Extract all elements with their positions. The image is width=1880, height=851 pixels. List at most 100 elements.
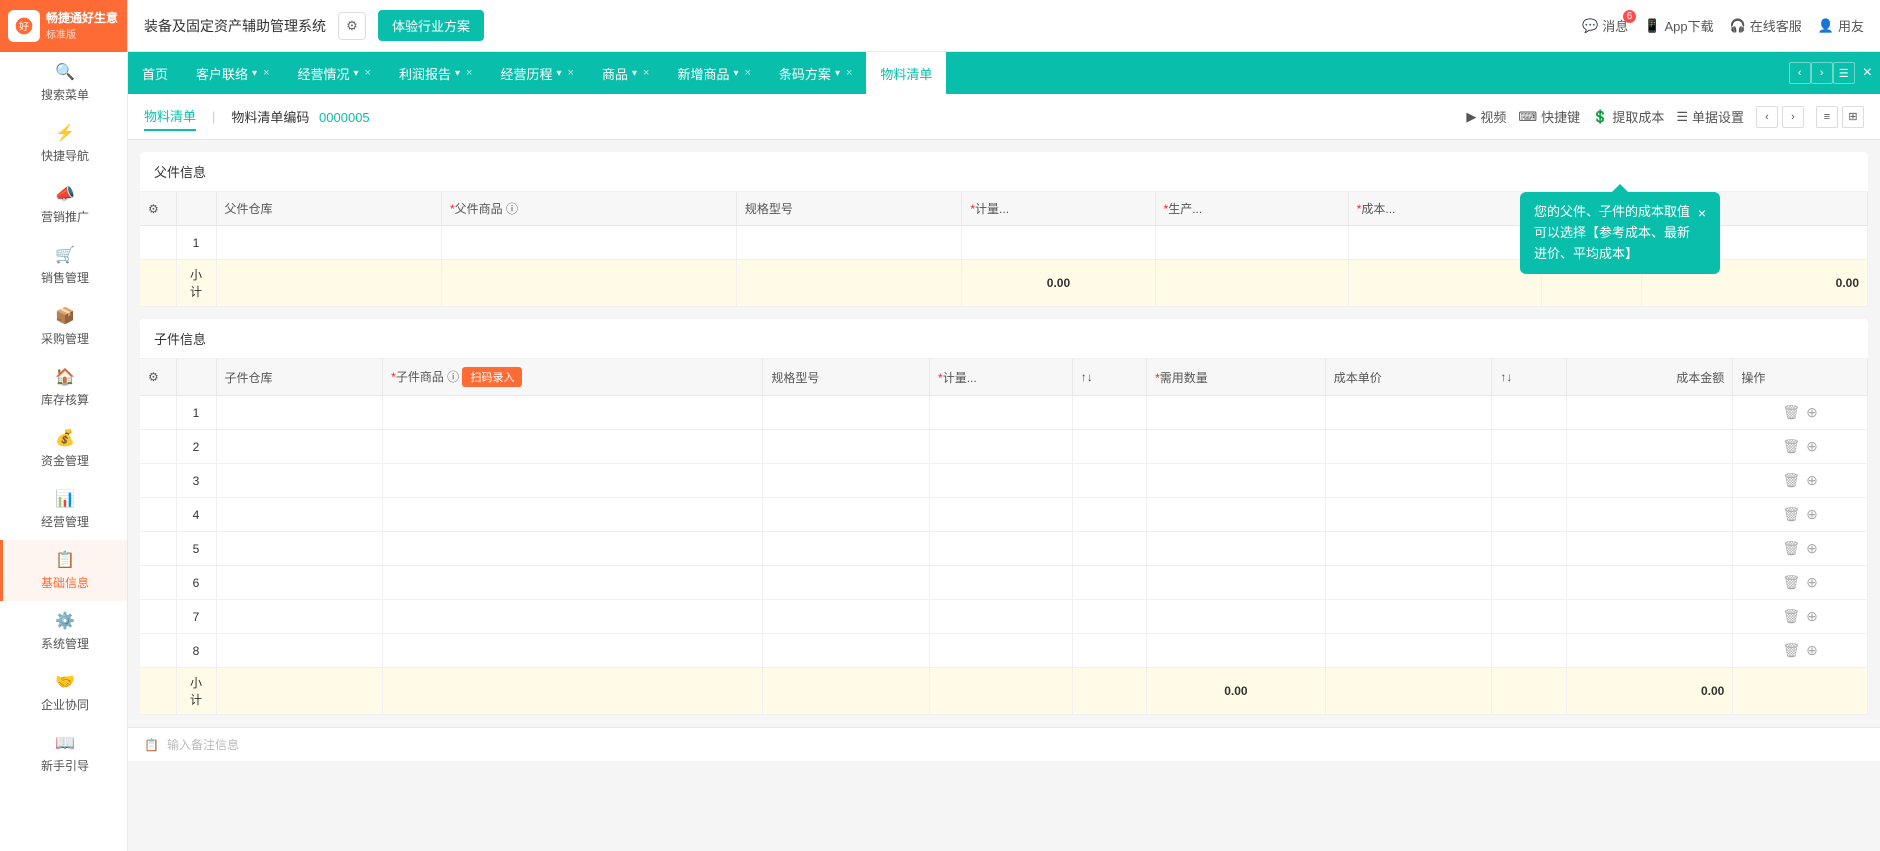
tab-customer-close[interactable]: × xyxy=(263,67,269,79)
child-row-6-qty[interactable] xyxy=(1147,566,1326,600)
child-row-2-qty[interactable] xyxy=(1147,430,1326,464)
trial-button[interactable]: 体验行业方案 xyxy=(378,10,484,41)
child-row-7-product[interactable] xyxy=(383,600,763,634)
view-action[interactable]: ▶ 视频 xyxy=(1466,107,1506,126)
sidebar-item-sales[interactable]: 🛒 销售管理 xyxy=(0,235,127,296)
child-row-7-qty[interactable] xyxy=(1147,600,1326,634)
copy-icon-7[interactable]: ⊕ xyxy=(1806,608,1818,625)
delete-icon-8[interactable]: 🗑 xyxy=(1782,642,1800,659)
tab-history[interactable]: 经营历程 ▾ × xyxy=(486,52,587,94)
child-row-7-spec[interactable] xyxy=(763,600,930,634)
sidebar-item-search[interactable]: 🔍 搜索菜单 xyxy=(0,52,127,113)
child-row-6-warehouse[interactable] xyxy=(216,566,383,600)
child-row-3-unit-cost[interactable] xyxy=(1325,464,1492,498)
parent-row-1-warehouse[interactable] xyxy=(216,226,442,260)
child-row-8-qty[interactable] xyxy=(1147,634,1326,668)
delete-icon-1[interactable]: 🗑 xyxy=(1782,404,1800,421)
sidebar-item-finance[interactable]: 💰 资金管理 xyxy=(0,418,127,479)
child-row-1-product[interactable] xyxy=(383,396,763,430)
child-row-4-unit[interactable] xyxy=(930,498,1073,532)
child-row-2-product[interactable] xyxy=(383,430,763,464)
shortcut-action[interactable]: ⌨ 快捷键 xyxy=(1518,107,1580,126)
parent-row-1-product[interactable] xyxy=(442,226,737,260)
tab-new-product[interactable]: 新增商品 ▾ × xyxy=(663,52,764,94)
sidebar-item-purchase[interactable]: 📦 采购管理 xyxy=(0,296,127,357)
sidebar-item-operations[interactable]: 📊 经营管理 xyxy=(0,479,127,540)
service-action[interactable]: 🎧 在线客服 xyxy=(1730,16,1802,35)
parent-row-1-unit[interactable] xyxy=(962,226,1155,260)
copy-icon-4[interactable]: ⊕ xyxy=(1806,506,1818,523)
child-row-4-qty[interactable] xyxy=(1147,498,1326,532)
app-download-action[interactable]: 📱 App下载 xyxy=(1644,16,1713,35)
child-row-4-unit-cost[interactable] xyxy=(1325,498,1492,532)
child-row-4-spec[interactable] xyxy=(763,498,930,532)
gear-button[interactable]: ⚙ xyxy=(338,12,366,40)
doc-prev-btn[interactable]: ‹ xyxy=(1756,106,1778,128)
child-row-7-unit-cost[interactable] xyxy=(1325,600,1492,634)
tab-product[interactable]: 商品 ▾ × xyxy=(588,52,663,94)
parent-row-1-spec[interactable] xyxy=(736,226,962,260)
copy-icon-3[interactable]: ⊕ xyxy=(1806,472,1818,489)
copy-icon-5[interactable]: ⊕ xyxy=(1806,540,1818,557)
child-row-4-warehouse[interactable] xyxy=(216,498,383,532)
tab-profit-close[interactable]: × xyxy=(466,67,472,79)
sidebar-item-inventory[interactable]: 🏠 库存核算 xyxy=(0,357,127,418)
tab-customer[interactable]: 客户联络 ▾ × xyxy=(182,52,283,94)
sidebar-item-system[interactable]: ⚙️ 系统管理 xyxy=(0,601,127,662)
child-row-1-unit-cost[interactable] xyxy=(1325,396,1492,430)
scan-button[interactable]: 扫码录入 xyxy=(462,367,522,387)
sidebar-item-guide[interactable]: 📖 新手引导 xyxy=(0,723,127,784)
child-row-5-spec[interactable] xyxy=(763,532,930,566)
message-action[interactable]: 💬 消息 6 xyxy=(1582,16,1628,35)
parent-row-1-cost[interactable] xyxy=(1348,226,1541,260)
child-row-3-unit[interactable] xyxy=(930,464,1073,498)
child-row-1-qty[interactable] xyxy=(1147,396,1326,430)
child-row-8-unit-cost[interactable] xyxy=(1325,634,1492,668)
copy-icon-6[interactable]: ⊕ xyxy=(1806,574,1818,591)
child-row-3-spec[interactable] xyxy=(763,464,930,498)
close-page-button[interactable]: × xyxy=(1855,64,1880,82)
view-list-btn[interactable]: ≡ xyxy=(1816,106,1838,128)
child-row-7-unit[interactable] xyxy=(930,600,1073,634)
tab-new-product-close[interactable]: × xyxy=(744,67,750,79)
extract-cost-action[interactable]: 💲 提取成本 xyxy=(1592,107,1664,126)
delete-icon-5[interactable]: 🗑 xyxy=(1782,540,1800,557)
tab-product-close[interactable]: × xyxy=(643,67,649,79)
child-row-2-warehouse[interactable] xyxy=(216,430,383,464)
child-row-3-warehouse[interactable] xyxy=(216,464,383,498)
nav-menu-btn[interactable]: ☰ xyxy=(1833,62,1855,84)
nav-prev-btn[interactable]: ‹ xyxy=(1789,62,1811,84)
child-row-7-warehouse[interactable] xyxy=(216,600,383,634)
child-row-8-spec[interactable] xyxy=(763,634,930,668)
tab-operations[interactable]: 经营情况 ▾ × xyxy=(284,52,385,94)
child-row-5-qty[interactable] xyxy=(1147,532,1326,566)
sidebar-item-marketing[interactable]: 📣 营销推广 xyxy=(0,174,127,235)
copy-icon-2[interactable]: ⊕ xyxy=(1806,438,1818,455)
tab-bom[interactable]: 物料清单 xyxy=(866,52,946,94)
child-row-1-warehouse[interactable] xyxy=(216,396,383,430)
sidebar-item-enterprise[interactable]: 🤝 企业协同 xyxy=(0,662,127,723)
tab-barcode-close[interactable]: × xyxy=(846,67,852,79)
child-row-8-unit[interactable] xyxy=(930,634,1073,668)
child-row-5-unit-cost[interactable] xyxy=(1325,532,1492,566)
sub-tab-bom[interactable]: 物料清单 xyxy=(144,102,196,131)
child-row-5-product[interactable] xyxy=(383,532,763,566)
child-row-2-unit-cost[interactable] xyxy=(1325,430,1492,464)
copy-icon-8[interactable]: ⊕ xyxy=(1806,642,1818,659)
child-row-2-unit[interactable] xyxy=(930,430,1073,464)
delete-icon-3[interactable]: 🗑 xyxy=(1782,472,1800,489)
view-grid-btn[interactable]: ⊞ xyxy=(1842,106,1864,128)
tab-home[interactable]: 首页 xyxy=(128,52,182,94)
child-row-2-spec[interactable] xyxy=(763,430,930,464)
notes-placeholder[interactable]: 输入备注信息 xyxy=(167,736,239,753)
child-row-1-unit[interactable] xyxy=(930,396,1073,430)
child-row-6-unit[interactable] xyxy=(930,566,1073,600)
child-row-6-unit-cost[interactable] xyxy=(1325,566,1492,600)
sidebar-item-basic-info[interactable]: 📋 基础信息 xyxy=(0,540,127,601)
child-row-3-qty[interactable] xyxy=(1147,464,1326,498)
user-action[interactable]: 👤 用友 xyxy=(1818,16,1864,35)
child-row-3-product[interactable] xyxy=(383,464,763,498)
tab-history-close[interactable]: × xyxy=(568,67,574,79)
delete-icon-4[interactable]: 🗑 xyxy=(1782,506,1800,523)
child-row-6-product[interactable] xyxy=(383,566,763,600)
